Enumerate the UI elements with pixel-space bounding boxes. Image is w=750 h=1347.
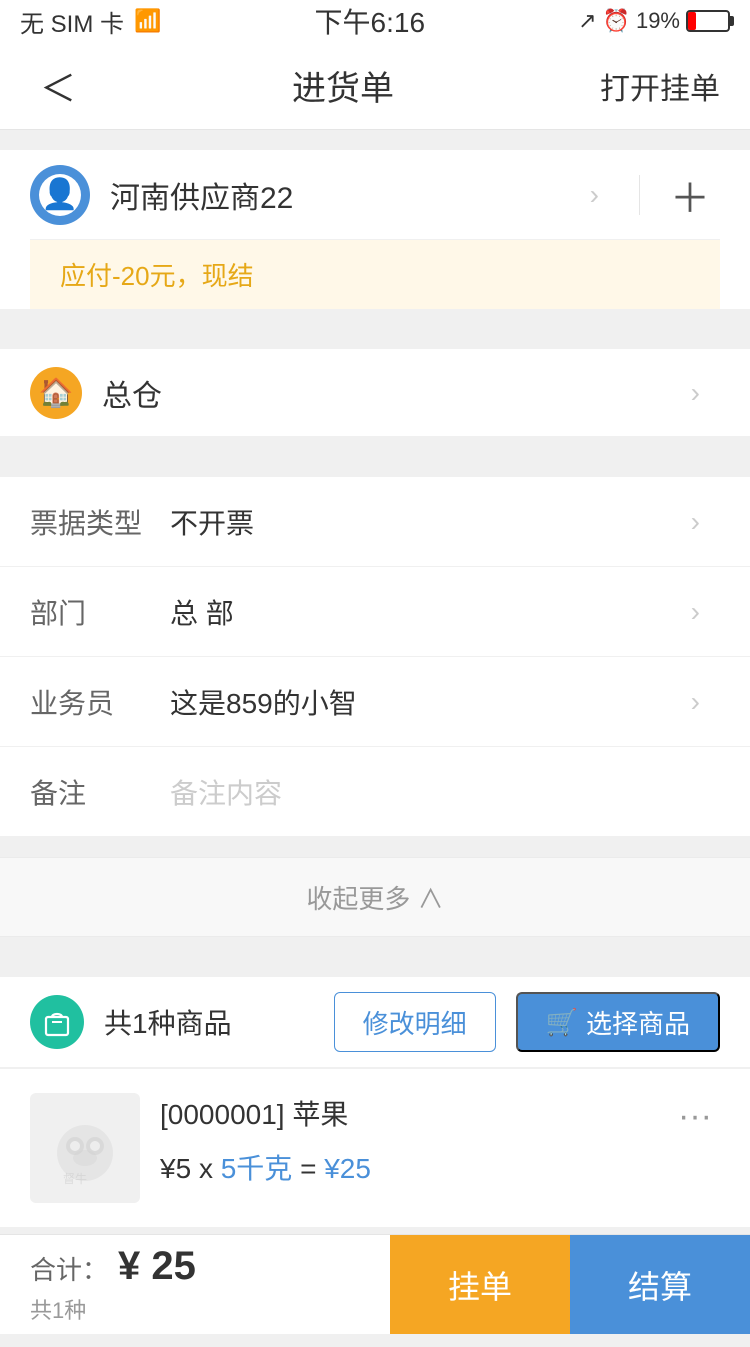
supplier-name: 河南供应商22 — [110, 173, 590, 217]
form-section: 票据类型 不开票 › 部门 总 部 › 业务员 这是859的小智 › 备注 备注… — [0, 477, 750, 837]
dept-label: 部门 — [30, 592, 150, 632]
total-section: 合计： ¥ 25 共1种 — [0, 1235, 390, 1334]
product-name: [0000001] 苹果 — [160, 1093, 650, 1133]
status-bar: 无 SIM 卡 📶 下午6:16 ↗ ⏰ 19% — [0, 0, 750, 42]
warehouse-section: 🏠 总仓 › — [0, 349, 750, 437]
total-sub: 共1种 — [30, 1293, 360, 1325]
battery-fill — [688, 12, 696, 30]
staff-label: 业务员 — [30, 682, 150, 722]
battery-icon — [686, 10, 730, 32]
status-left: 无 SIM 卡 📶 — [20, 4, 161, 39]
line-total: ¥25 — [324, 1153, 371, 1184]
total-amount: ¥ 25 — [118, 1244, 196, 1289]
open-hang-button[interactable]: 打开挂单 — [600, 64, 720, 108]
multiply-sign: x — [199, 1153, 221, 1184]
location-icon: ↗ — [578, 8, 596, 34]
bottom-bar: 合计： ¥ 25 共1种 挂单 结算 — [0, 1234, 750, 1334]
warehouse-name: 总仓 — [102, 371, 691, 415]
supplier-chevron-icon: › — [590, 179, 599, 211]
product-icon — [30, 995, 84, 1049]
section-gap-4 — [0, 937, 750, 957]
wifi-icon: 📶 — [134, 8, 161, 34]
warehouse-chevron-icon: › — [691, 377, 700, 409]
product-count: 共1种商品 — [104, 1002, 314, 1042]
product-header: 共1种商品 修改明细 🛒 选择商品 — [0, 977, 750, 1067]
invoice-chevron-icon: › — [691, 506, 700, 538]
dept-value: 总 部 — [150, 592, 691, 632]
collapse-bar[interactable]: 收起更多 ∧ — [0, 857, 750, 937]
product-thumbnail: 督牛 — [30, 1093, 140, 1203]
product-info: [0000001] 苹果 ¥5 x 5千克 = ¥25 — [160, 1093, 650, 1187]
person-icon: 👤 — [41, 177, 78, 212]
supplier-section: 👤 河南供应商22 › ＋ 应付-20元，现结 — [0, 150, 750, 309]
checkout-button[interactable]: 结算 — [570, 1235, 750, 1334]
select-product-label: 选择商品 — [586, 1004, 690, 1041]
cart-icon: 🛒 — [546, 1007, 578, 1038]
quantity: 5千克 — [221, 1153, 293, 1184]
product-menu-button[interactable]: ··· — [670, 1093, 720, 1140]
product-card: 督牛 [0000001] 苹果 ¥5 x 5千克 = ¥25 ··· — [0, 1069, 750, 1227]
supplier-avatar: 👤 — [30, 165, 90, 225]
warehouse-icon: 🏠 — [30, 367, 82, 419]
unit-price: ¥5 — [160, 1153, 191, 1184]
avatar-inner: 👤 — [39, 174, 81, 216]
battery-percent: 19% — [636, 8, 680, 34]
section-gap-2 — [0, 309, 750, 329]
time-label: 下午6:16 — [315, 1, 426, 41]
dept-row[interactable]: 部门 总 部 › — [0, 567, 750, 657]
staff-row[interactable]: 业务员 这是859的小智 › — [0, 657, 750, 747]
total-line: 合计： ¥ 25 — [30, 1244, 360, 1289]
status-right: ↗ ⏰ 19% — [578, 8, 730, 34]
remark-row[interactable]: 备注 备注内容 — [0, 747, 750, 837]
invoice-label: 票据类型 — [30, 502, 150, 542]
supplier-notice: 应付-20元，现结 — [30, 240, 720, 309]
page-title: 进货单 — [292, 61, 394, 110]
warehouse-row[interactable]: 🏠 总仓 › — [0, 349, 750, 437]
alarm-icon: ⏰ — [603, 8, 630, 34]
nav-bar: ＜ 进货单 打开挂单 — [0, 42, 750, 130]
hang-button[interactable]: 挂单 — [390, 1235, 570, 1334]
edit-detail-button[interactable]: 修改明细 — [334, 992, 496, 1052]
equals-sign: = — [300, 1153, 324, 1184]
dept-chevron-icon: › — [691, 596, 700, 628]
back-button[interactable]: ＜ — [30, 50, 86, 122]
total-label: 合计： — [30, 1250, 108, 1287]
add-supplier-button[interactable]: ＋ — [660, 161, 720, 229]
product-price: ¥5 x 5千克 = ¥25 — [160, 1147, 650, 1187]
vertical-divider — [639, 175, 640, 215]
invoice-row[interactable]: 票据类型 不开票 › — [0, 477, 750, 567]
supplier-row[interactable]: 👤 河南供应商22 › ＋ — [30, 150, 720, 240]
staff-chevron-icon: › — [691, 686, 700, 718]
svg-text:督牛: 督牛 — [63, 1171, 87, 1186]
remark-label: 备注 — [30, 772, 150, 812]
invoice-value: 不开票 — [150, 502, 691, 542]
product-title-text: 苹果 — [292, 1099, 348, 1130]
remark-input[interactable]: 备注内容 — [150, 772, 720, 812]
product-code: [0000001] — [160, 1099, 285, 1130]
collapse-label: 收起更多 ∧ — [306, 879, 443, 916]
hang-label: 挂单 — [448, 1262, 512, 1308]
checkout-label: 结算 — [628, 1262, 692, 1308]
select-product-button[interactable]: 🛒 选择商品 — [516, 992, 720, 1052]
section-gap-1 — [0, 130, 750, 150]
carrier-label: 无 SIM 卡 — [20, 4, 124, 39]
staff-value: 这是859的小智 — [150, 682, 691, 722]
section-gap-3 — [0, 437, 750, 457]
